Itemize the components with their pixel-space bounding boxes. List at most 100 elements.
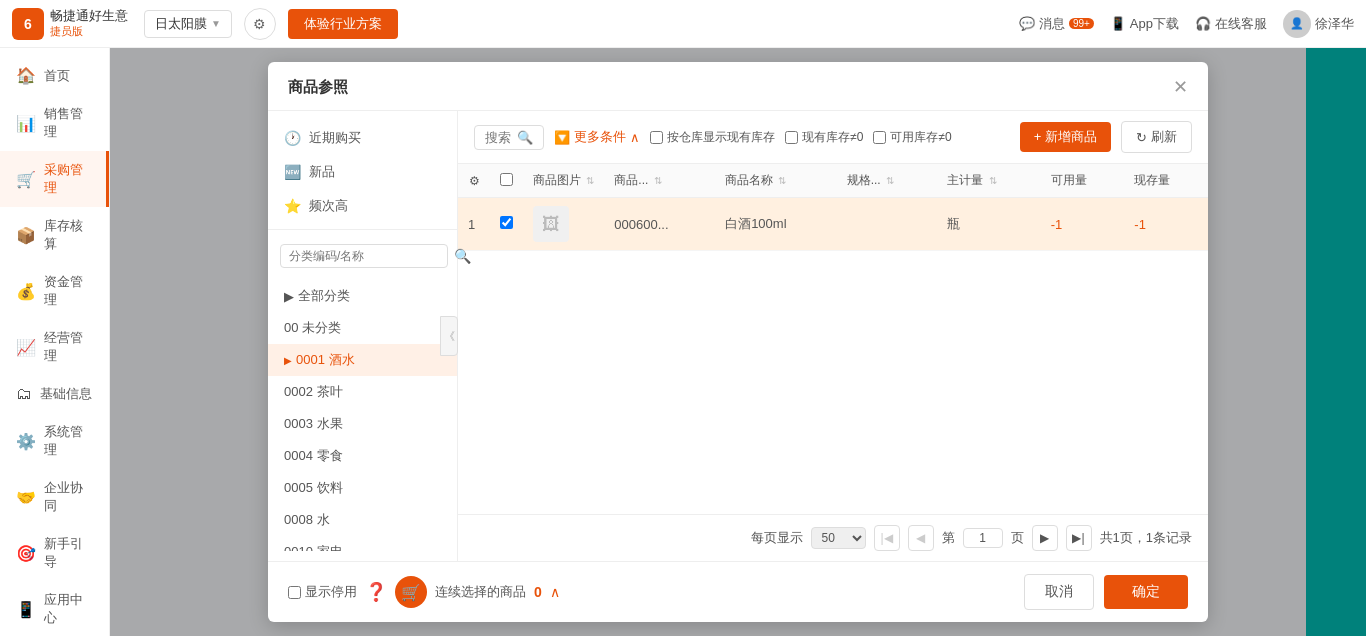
category-liquor[interactable]: ▶ 0001 酒水 bbox=[268, 344, 457, 376]
logo-icon: 6 bbox=[12, 8, 44, 40]
category-water[interactable]: 0008 水 bbox=[268, 504, 457, 536]
sidebar-label-operations: 经营管理 bbox=[44, 329, 93, 365]
row-checkbox bbox=[490, 198, 523, 251]
refresh-button[interactable]: ↻ 刷新 bbox=[1121, 121, 1192, 153]
confirm-button[interactable]: 确定 bbox=[1104, 575, 1188, 609]
select-all-checkbox[interactable] bbox=[500, 173, 513, 186]
settings-icon[interactable]: ⚙ bbox=[244, 8, 276, 40]
right-panel: 🔍 🔽 更多条件 ∧ 按仓库显示现有库存 bbox=[458, 111, 1208, 561]
collapse-panel-button[interactable]: 《 bbox=[440, 316, 458, 356]
prev-page-button[interactable]: ◀ bbox=[908, 525, 934, 551]
modal-title: 商品参照 bbox=[288, 78, 348, 97]
trial-button[interactable]: 体验行业方案 bbox=[288, 9, 398, 39]
th-available[interactable]: 可用量 bbox=[1041, 164, 1125, 198]
th-unit[interactable]: 主计量 ⇅ bbox=[937, 164, 1041, 198]
sidebar-label-inventory: 库存核算 bbox=[44, 217, 93, 253]
recent-buy-item[interactable]: 🕐 近期购买 bbox=[268, 121, 457, 155]
first-page-button[interactable]: |◀ bbox=[874, 525, 900, 551]
sidebar-item-system[interactable]: ⚙️ 系统管理 bbox=[0, 413, 109, 469]
collab-icon: 🤝 bbox=[16, 488, 36, 507]
category-search-input[interactable] bbox=[280, 244, 448, 268]
show-stock-checkbox[interactable] bbox=[650, 131, 663, 144]
sidebar-item-collab[interactable]: 🤝 企业协同 bbox=[0, 469, 109, 525]
total-pages-text: 共1页，1条记录 bbox=[1100, 529, 1192, 547]
th-stock[interactable]: 现存量 bbox=[1124, 164, 1208, 198]
sidebar-label-apps: 应用中心 bbox=[44, 591, 93, 627]
table-row[interactable]: 1 🖼 bbox=[458, 198, 1208, 251]
row-name: 白酒100ml bbox=[715, 198, 837, 251]
inventory-icon: 📦 bbox=[16, 226, 36, 245]
category-snack[interactable]: 0004 零食 bbox=[268, 440, 457, 472]
row-available: -1 bbox=[1041, 198, 1125, 251]
cart-button[interactable]: 🛒 bbox=[395, 576, 427, 608]
product-search-input[interactable] bbox=[485, 130, 511, 145]
page-suffix: 页 bbox=[1011, 529, 1024, 547]
th-name[interactable]: 商品名称 ⇅ bbox=[715, 164, 837, 198]
pagination-bar: 每页显示 50 20 100 |◀ ◀ 第 页 ▶ bbox=[458, 514, 1208, 561]
expand-icon: ▶ bbox=[284, 289, 294, 304]
collapse-footer-button[interactable]: ∧ bbox=[550, 584, 560, 600]
sidebar-item-sales[interactable]: 📊 销售管理 bbox=[0, 95, 109, 151]
th-code[interactable]: 商品... ⇅ bbox=[604, 164, 715, 198]
th-spec[interactable]: 规格... ⇅ bbox=[837, 164, 938, 198]
modal-footer: 显示停用 ❓ 🛒 连续选择的商品 0 ∧ 取消 确定 bbox=[268, 561, 1208, 622]
category-appliance[interactable]: 0010 家电 bbox=[268, 536, 457, 551]
logo-sub: 捷员版 bbox=[50, 24, 128, 39]
modal-close-button[interactable]: ✕ bbox=[1173, 76, 1188, 98]
toolbar: 🔍 🔽 更多条件 ∧ 按仓库显示现有库存 bbox=[458, 111, 1208, 164]
cancel-button[interactable]: 取消 bbox=[1024, 574, 1094, 610]
category-unclassified[interactable]: 00 未分类 bbox=[268, 312, 457, 344]
add-product-button[interactable]: + 新增商品 bbox=[1020, 122, 1111, 152]
filter-button[interactable]: 🔽 更多条件 ∧ bbox=[554, 128, 640, 146]
last-page-button[interactable]: ▶| bbox=[1066, 525, 1092, 551]
refresh-icon: ↻ bbox=[1136, 130, 1147, 145]
category-fruit[interactable]: 0003 水果 bbox=[268, 408, 457, 440]
selected-count: 0 bbox=[534, 584, 542, 600]
category-drink[interactable]: 0005 饮料 bbox=[268, 472, 457, 504]
category-tea[interactable]: 0002 茶叶 bbox=[268, 376, 457, 408]
category-all[interactable]: ▶ 全部分类 bbox=[268, 280, 457, 312]
footer-help-icon[interactable]: ❓ bbox=[365, 581, 387, 603]
sidebar-item-basic-info[interactable]: 🗂 基础信息 bbox=[0, 375, 109, 413]
page-size-select[interactable]: 50 20 100 bbox=[811, 527, 866, 549]
available-stock-checkbox[interactable] bbox=[873, 131, 886, 144]
message-icon: 💬 bbox=[1019, 16, 1035, 31]
page-number-input[interactable] bbox=[963, 528, 1003, 548]
non-zero-stock-checkbox[interactable] bbox=[785, 131, 798, 144]
new-products-item[interactable]: 🆕 新品 bbox=[268, 155, 457, 189]
display-stopped-group: 显示停用 bbox=[288, 583, 357, 601]
sidebar-item-guide[interactable]: 🎯 新手引导 bbox=[0, 525, 109, 581]
footer-left: 显示停用 ❓ 🛒 连续选择的商品 0 ∧ bbox=[288, 576, 1014, 608]
th-image[interactable]: 商品图片 ⇅ bbox=[523, 164, 604, 198]
next-page-button[interactable]: ▶ bbox=[1032, 525, 1058, 551]
sort-icon-spec: ⇅ bbox=[886, 175, 894, 186]
row-num: 1 bbox=[458, 198, 490, 251]
high-freq-item[interactable]: ⭐ 频次高 bbox=[268, 189, 457, 223]
table-settings-icon[interactable]: ⚙ bbox=[469, 174, 480, 188]
filter-icon: 🔽 bbox=[554, 130, 570, 145]
show-stock-label: 按仓库显示现有库存 bbox=[667, 129, 775, 146]
app-download-btn[interactable]: 📱 App下载 bbox=[1110, 15, 1179, 33]
category-search-icon[interactable]: 🔍 bbox=[454, 248, 471, 264]
sidebar-label-purchase: 采购管理 bbox=[44, 161, 90, 197]
sidebar: 🏠 首页 📊 销售管理 🛒 采购管理 📦 库存核算 💰 资金管理 📈 经营管理 … bbox=[0, 48, 110, 636]
online-service-btn[interactable]: 🎧 在线客服 bbox=[1195, 15, 1267, 33]
store-selector[interactable]: 日太阳膜 ▼ bbox=[144, 10, 232, 38]
sort-icon: ⇅ bbox=[586, 175, 594, 186]
sidebar-item-finance[interactable]: 💰 资金管理 bbox=[0, 263, 109, 319]
image-icon: 🖼 bbox=[542, 214, 560, 235]
sidebar-label-system: 系统管理 bbox=[44, 423, 93, 459]
user-profile[interactable]: 👤 徐泽华 bbox=[1283, 10, 1354, 38]
new-icon: 🆕 bbox=[284, 164, 301, 180]
sidebar-item-home[interactable]: 🏠 首页 bbox=[0, 56, 109, 95]
sidebar-item-inventory[interactable]: 📦 库存核算 bbox=[0, 207, 109, 263]
avatar: 👤 bbox=[1283, 10, 1311, 38]
sort-icon-code: ⇅ bbox=[654, 175, 662, 186]
sidebar-item-purchase[interactable]: 🛒 采购管理 bbox=[0, 151, 109, 207]
search-icon[interactable]: 🔍 bbox=[517, 130, 533, 145]
display-stopped-checkbox[interactable] bbox=[288, 586, 301, 599]
row-select-checkbox[interactable] bbox=[500, 216, 513, 229]
sidebar-item-operations[interactable]: 📈 经营管理 bbox=[0, 319, 109, 375]
messages-btn[interactable]: 💬 消息 99+ bbox=[1019, 15, 1094, 33]
sidebar-item-apps[interactable]: 📱 应用中心 bbox=[0, 581, 109, 636]
